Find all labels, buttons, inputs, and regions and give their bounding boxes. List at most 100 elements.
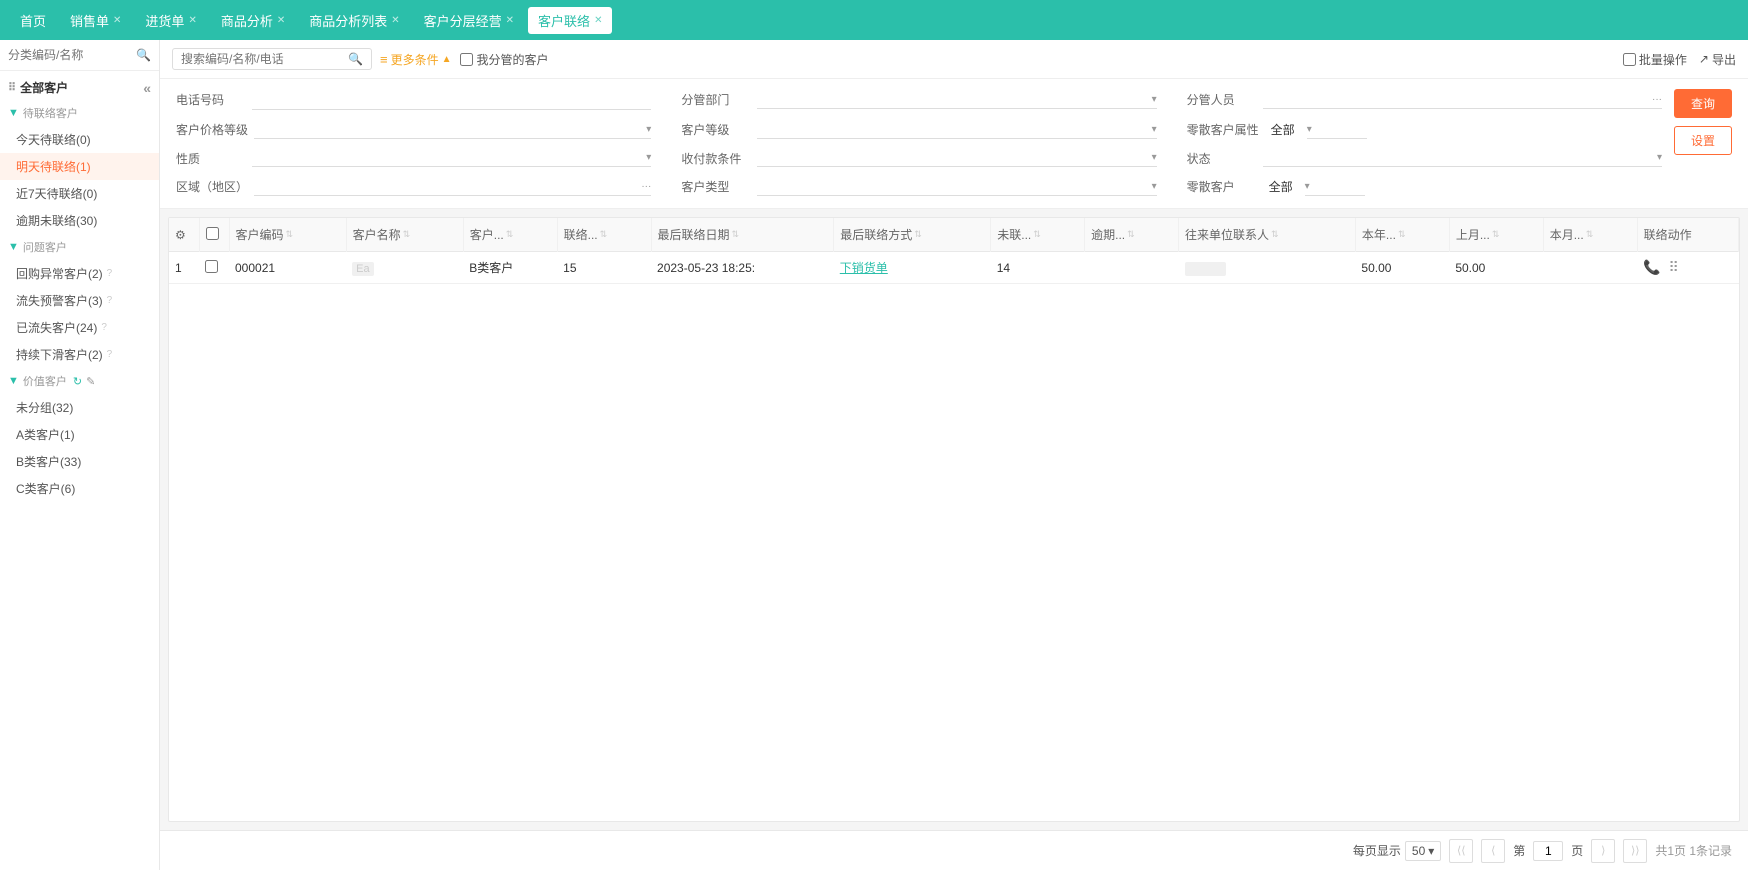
col-last-contact-method[interactable]: 最后联络方式 ⇅ — [834, 218, 991, 252]
filter-nature: 性质 ▾ — [176, 149, 651, 167]
filter-nature-select[interactable]: ▾ — [252, 149, 651, 167]
close-icon[interactable]: ✕ — [113, 15, 121, 26]
col-checkbox[interactable] — [199, 218, 229, 252]
col-no-contact[interactable]: 未联... ⇅ — [991, 218, 1085, 252]
col-this-year[interactable]: 本年... ⇅ — [1355, 218, 1449, 252]
sidebar-item-tomorrow-contact[interactable]: 明天待联络(1) — [0, 153, 159, 180]
nav-customer-contact[interactable]: 客户联络 ✕ — [528, 7, 612, 34]
close-icon[interactable]: ✕ — [277, 15, 285, 26]
sidebar-item-class-c[interactable]: C类客户(6) — [0, 475, 159, 502]
cell-code: 000021 — [229, 252, 346, 284]
filter-dept-select[interactable]: ▾ — [757, 91, 1156, 109]
first-page-btn[interactable]: ⟨⟨ — [1449, 839, 1473, 863]
main-layout: 🔍 ⠿ 全部客户 « ▼ 待联络客户 今天待联络(0) 明天待联络(1) 近7天… — [0, 40, 1748, 870]
phone-icon[interactable]: 📞 — [1643, 259, 1660, 276]
close-icon[interactable]: ✕ — [506, 15, 514, 26]
col-this-month[interactable]: 本月... ⇅ — [1543, 218, 1637, 252]
col-settings[interactable]: ⚙ — [169, 218, 199, 252]
sidebar-item-today-contact[interactable]: 今天待联络(0) — [0, 126, 159, 153]
settings-button[interactable]: 设置 — [1674, 126, 1732, 155]
row-checkbox[interactable] — [205, 260, 218, 273]
filter-retail-customer-select[interactable]: ▾ — [1305, 178, 1365, 196]
prev-page-btn[interactable]: ⟨ — [1481, 839, 1505, 863]
bulk-op-button[interactable]: 批量操作 — [1623, 51, 1687, 68]
close-icon[interactable]: ✕ — [594, 15, 602, 26]
filter-phone-input[interactable] — [252, 89, 651, 110]
export-button[interactable]: ↗ 导出 — [1699, 51, 1736, 68]
sidebar-item-ungrouped[interactable]: 未分组(32) — [0, 394, 159, 421]
my-customers-checkbox[interactable]: 我分管的客户 — [460, 51, 549, 68]
filter-retail-attr-select[interactable]: ▾ — [1307, 121, 1367, 139]
cell-overdue — [1085, 252, 1179, 284]
col-action[interactable]: 联络动作 — [1637, 218, 1738, 252]
page-number-input[interactable] — [1533, 841, 1563, 861]
filter-customer-grade-select[interactable]: ▾ — [757, 121, 1156, 139]
filter-row-4: 区域（地区） ··· 客户类型 ▾ — [176, 175, 1662, 198]
bulk-op-check[interactable] — [1623, 53, 1636, 66]
collapse-icon[interactable]: « — [143, 80, 151, 96]
col-unit-contacts[interactable]: 往来单位联系人 ⇅ — [1179, 218, 1356, 252]
col-last-contact-date[interactable]: 最后联络日期 ⇅ — [651, 218, 834, 252]
search-icon[interactable]: 🔍 — [348, 52, 363, 66]
nav-product-analysis-list[interactable]: 商品分析列表 ✕ — [299, 7, 409, 34]
chevron-down-icon: ▾ — [646, 124, 651, 135]
close-icon[interactable]: ✕ — [188, 15, 196, 26]
col-type[interactable]: 客户... ⇅ — [463, 218, 557, 252]
filter-customer-grade: 客户等级 ▾ — [681, 121, 1156, 139]
filter-payment-terms-select[interactable]: ▾ — [757, 149, 1156, 167]
sidebar-item-class-a[interactable]: A类客户(1) — [0, 421, 159, 448]
sidebar-item-repurchase-abnormal[interactable]: 回购异常客户(2) ? — [0, 260, 159, 287]
last-page-btn[interactable]: ⟩⟩ — [1623, 839, 1647, 863]
col-overdue[interactable]: 逾期... ⇅ — [1085, 218, 1179, 252]
col-last-month[interactable]: 上月... ⇅ — [1449, 218, 1543, 252]
sidebar-search-container: 🔍 — [0, 40, 159, 71]
sidebar-item-7days-contact[interactable]: 近7天待联络(0) — [0, 180, 159, 207]
col-contacts[interactable]: 联络... ⇅ — [557, 218, 651, 252]
col-code[interactable]: 客户编码 ⇅ — [229, 218, 346, 252]
nav-product-analysis[interactable]: 商品分析 ✕ — [211, 7, 295, 34]
nav-purchase-order[interactable]: 进货单 ✕ — [135, 7, 206, 34]
search-icon[interactable]: 🔍 — [136, 48, 151, 62]
my-customers-check[interactable] — [460, 53, 473, 66]
sidebar-item-churned[interactable]: 已流失客户(24) ? — [0, 314, 159, 341]
col-name[interactable]: 客户名称 ⇅ — [346, 218, 463, 252]
nav-sales-order[interactable]: 销售单 ✕ — [60, 7, 131, 34]
filter-price-grade-select[interactable]: ▾ — [254, 121, 651, 139]
export-icon: ↗ — [1699, 52, 1709, 66]
sidebar-item-declining[interactable]: 持续下滑客户(2) ? — [0, 341, 159, 368]
customer-table: ⚙ 客户编码 ⇅ 客户名称 — [169, 218, 1739, 284]
select-all-checkbox[interactable] — [206, 227, 219, 240]
grid-icon[interactable]: ⠿ — [1669, 259, 1679, 276]
cell-name: Ea — [346, 252, 463, 284]
nav-customer-tier[interactable]: 客户分层经营 ✕ — [414, 7, 524, 34]
more-dots-icon[interactable]: ··· — [1652, 94, 1662, 105]
nav-home[interactable]: 首页 — [10, 7, 56, 34]
filter-row-3: 性质 ▾ 收付款条件 ▾ — [176, 149, 1662, 167]
next-page-btn[interactable]: ⟩ — [1591, 839, 1615, 863]
cell-last-contact-method[interactable]: 下销货单 — [834, 252, 991, 284]
filter-retail-attr-label: 零散客户属性 — [1187, 121, 1259, 138]
group-value-customers: ▼ 价值客户 ↻ ✎ — [0, 368, 159, 394]
more-conditions-btn[interactable]: ≡ 更多条件 ▲ — [380, 51, 452, 68]
sidebar: 🔍 ⠿ 全部客户 « ▼ 待联络客户 今天待联络(0) 明天待联络(1) 近7天… — [0, 40, 160, 870]
filter-customer-type-select[interactable]: ▾ — [757, 178, 1156, 196]
main-search-input[interactable] — [181, 52, 344, 66]
close-icon[interactable]: ✕ — [391, 15, 399, 26]
help-icon: ? — [107, 349, 113, 360]
chevron-down-icon: ▾ — [1152, 152, 1157, 163]
sidebar-item-churn-warning[interactable]: 流失预警客户(3) ? — [0, 287, 159, 314]
filter-status-select[interactable]: ▾ — [1263, 149, 1662, 167]
more-dots-icon[interactable]: ··· — [641, 181, 651, 192]
sidebar-item-overdue-contact[interactable]: 逾期未联络(30) — [0, 207, 159, 234]
sidebar-item-class-b[interactable]: B类客户(33) — [0, 448, 159, 475]
settings-icon[interactable]: ⚙ — [175, 228, 186, 242]
filter-payment-terms-label: 收付款条件 — [681, 150, 751, 167]
filter-manager-label: 分管人员 — [1187, 91, 1257, 108]
page-size-dropdown[interactable]: 50 ▾ — [1405, 841, 1441, 861]
query-button[interactable]: 查询 — [1674, 89, 1732, 118]
top-navigation: 首页 销售单 ✕ 进货单 ✕ 商品分析 ✕ 商品分析列表 ✕ 客户分层经营 ✕ … — [0, 0, 1748, 40]
cell-checkbox[interactable] — [199, 252, 229, 284]
chevron-down-icon: ▾ — [1152, 124, 1157, 135]
sidebar-search-input[interactable] — [8, 48, 132, 62]
chevron-down-icon: ▾ — [1152, 181, 1157, 192]
